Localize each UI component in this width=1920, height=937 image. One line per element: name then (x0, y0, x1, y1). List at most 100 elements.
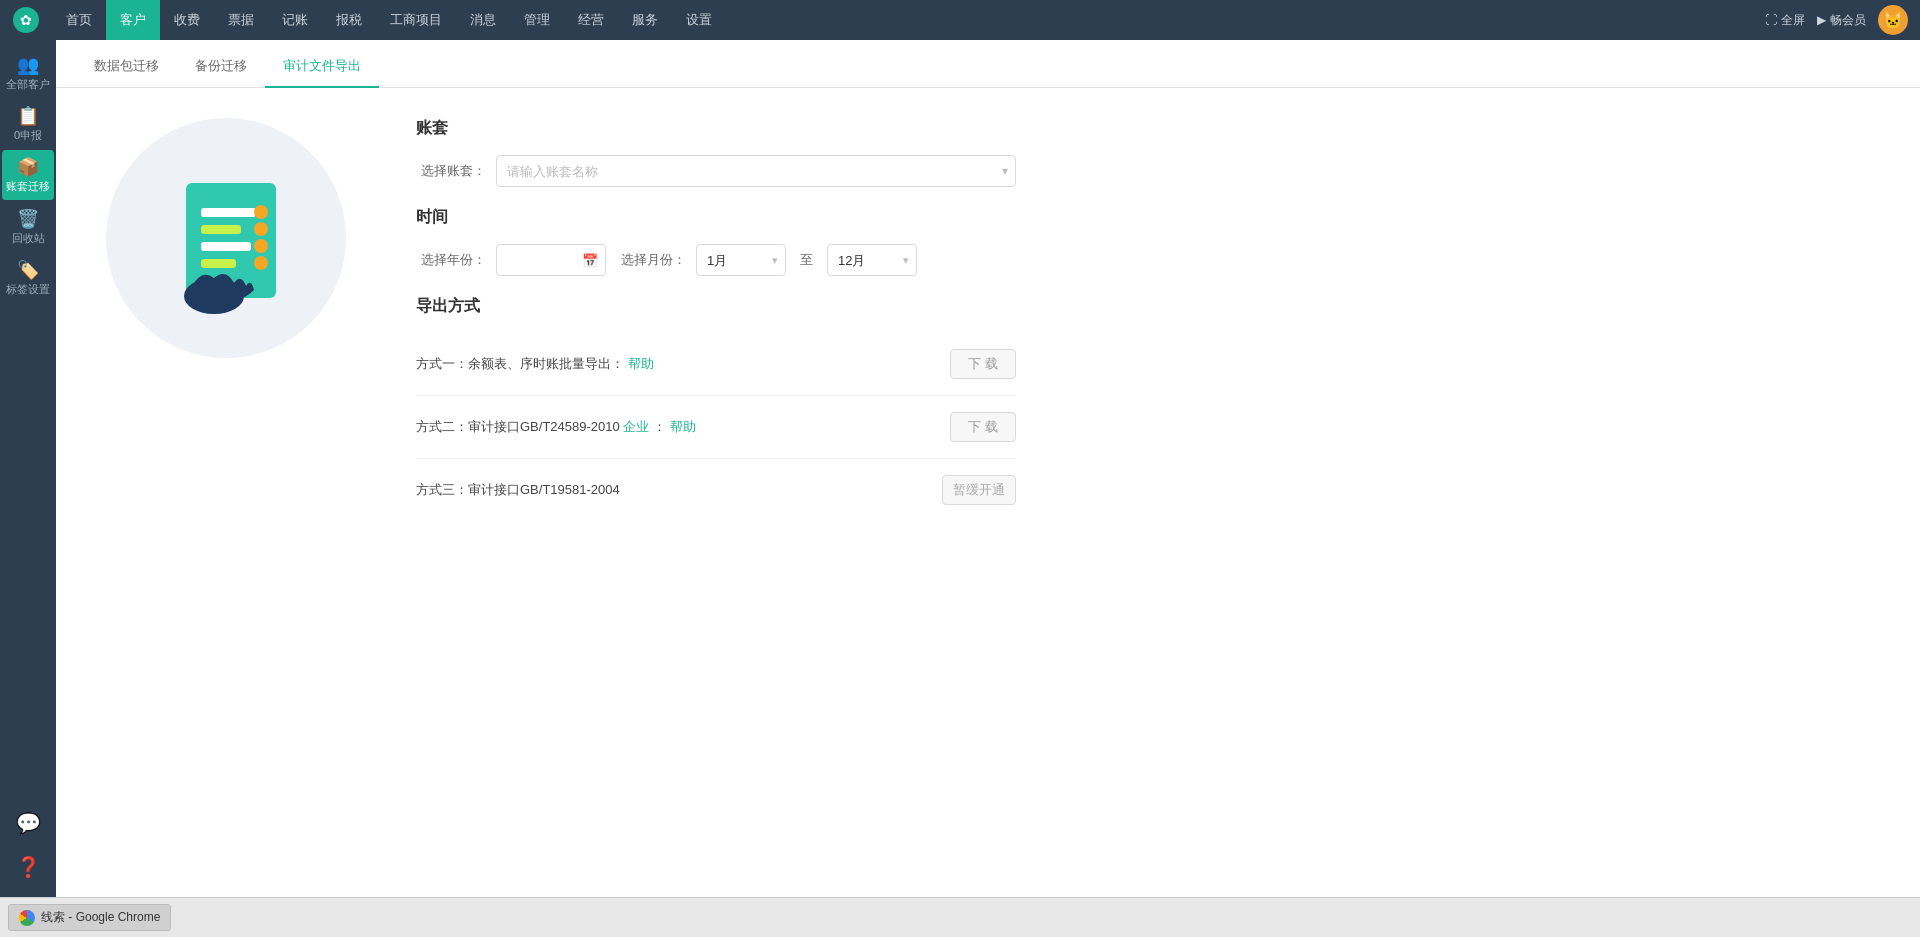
to-text: 至 (796, 251, 817, 269)
nav-fee[interactable]: 收费 (160, 0, 214, 40)
method-1-download-button[interactable]: 下 载 (950, 349, 1016, 379)
main-layout: 👥 全部客户 📋 0申报 📦 账套迁移 🗑️ 回收站 🏷️ 标签设置 💬 ❓ 数… (0, 40, 1920, 897)
month-start-select[interactable]: 1月2月3月4月 5月6月7月8月 9月10月11月12月 (696, 244, 786, 276)
svg-rect-5 (201, 242, 251, 251)
sidebar-item-all-clients-label: 全部客户 (6, 78, 50, 91)
account-section-title: 账套 (416, 118, 1016, 139)
sidebar-item-zero-report[interactable]: 📋 0申报 (2, 99, 54, 148)
method-1-label: 方式一：余额表、序时账批量导出： 帮助 (416, 355, 940, 373)
year-label: 选择年份： (416, 251, 486, 269)
member-button[interactable]: ▶ 畅会员 (1817, 12, 1866, 29)
method-3-soon-button[interactable]: 暂缓开通 (942, 475, 1016, 505)
tab-data-migration[interactable]: 数据包迁移 (76, 46, 177, 88)
svg-point-9 (254, 239, 268, 253)
export-section-title: 导出方式 (416, 296, 1016, 317)
month-end-select[interactable]: 1月2月3月4月 5月6月7月8月 9月10月11月 12月 (827, 244, 917, 276)
taskbar: 线索 - Google Chrome (0, 897, 1920, 937)
sidebar-item-label-settings-label: 标签设置 (6, 283, 50, 296)
svg-point-10 (254, 256, 268, 270)
sidebar-item-recycle[interactable]: 🗑️ 回收站 (2, 202, 54, 251)
nav-menu: 首页 客户 收费 票据 记账 报税 工商项目 消息 管理 经营 服务 设置 (52, 0, 1765, 40)
nav-message[interactable]: 消息 (456, 0, 510, 40)
method-1-help-link[interactable]: 帮助 (628, 356, 654, 371)
nav-operation[interactable]: 经营 (564, 0, 618, 40)
account-migration-icon: 📦 (17, 158, 39, 176)
sidebar-item-account-migration-label: 账套迁移 (6, 180, 50, 193)
method-2-label: 方式二：审计接口GB/T24589-2010 企业 ： 帮助 (416, 418, 940, 436)
account-label: 选择账套： (416, 162, 486, 180)
year-input-wrap: 2023 📅 (496, 244, 606, 276)
svg-rect-3 (201, 208, 256, 217)
method-2-help-link[interactable]: 帮助 (670, 419, 696, 434)
month-start-wrap: 1月2月3月4月 5月6月7月8月 9月10月11月12月 ▾ (696, 244, 786, 276)
svg-rect-4 (201, 225, 241, 234)
nav-invoice[interactable]: 票据 (214, 0, 268, 40)
sidebar-item-all-clients[interactable]: 👥 全部客户 (2, 48, 54, 97)
content-area: 数据包迁移 备份迁移 审计文件导出 (56, 40, 1920, 897)
method-3-label: 方式三：审计接口GB/T19581-2004 (416, 481, 932, 499)
account-input-wrap: ▾ (496, 155, 1016, 187)
sidebar-item-account-migration[interactable]: 📦 账套迁移 (2, 150, 54, 199)
year-input[interactable]: 2023 (496, 244, 606, 276)
sidebar: 👥 全部客户 📋 0申报 📦 账套迁移 🗑️ 回收站 🏷️ 标签设置 💬 ❓ (0, 40, 56, 897)
svg-text:✿: ✿ (20, 12, 32, 28)
month-end-wrap: 1月2月3月4月 5月6月7月8月 9月10月11月 12月 ▾ (827, 244, 917, 276)
svg-point-8 (254, 222, 268, 236)
form-container: 账套 选择账套： ▾ 时间 选择年份： 2023 (96, 118, 1880, 521)
zero-report-icon: 📋 (17, 107, 39, 125)
label-settings-icon: 🏷️ (17, 261, 39, 279)
method-2-download-button[interactable]: 下 载 (950, 412, 1016, 442)
nav-client[interactable]: 客户 (106, 0, 160, 40)
method-2-colon: ： (653, 419, 666, 434)
method-1-text: 方式一：余额表、序时账批量导出： (416, 356, 624, 371)
nav-settings[interactable]: 设置 (672, 0, 726, 40)
time-row: 选择年份： 2023 📅 选择月份： 1月2月3月4月 5月6月7月8月 9月1… (416, 244, 1016, 276)
fullscreen-icon: ⛶ (1765, 13, 1777, 27)
recycle-icon: 🗑️ (17, 210, 39, 228)
sidebar-item-label-settings[interactable]: 🏷️ 标签设置 (2, 253, 54, 302)
account-input[interactable] (496, 155, 1016, 187)
svg-rect-6 (201, 259, 236, 268)
nav-service[interactable]: 服务 (618, 0, 672, 40)
export-method-1: 方式一：余额表、序时账批量导出： 帮助 下 载 (416, 333, 1016, 396)
export-method-3: 方式三：审计接口GB/T19581-2004 暂缓开通 (416, 459, 1016, 521)
illustration-svg (146, 158, 306, 318)
tab-backup-migration[interactable]: 备份迁移 (177, 46, 265, 88)
nav-manage[interactable]: 管理 (510, 0, 564, 40)
fullscreen-button[interactable]: ⛶ 全屏 (1765, 12, 1805, 29)
illustration-area (96, 118, 356, 358)
user-avatar[interactable]: 🐱 (1878, 5, 1908, 35)
month-label: 选择月份： (616, 251, 686, 269)
fullscreen-label: 全屏 (1781, 12, 1805, 29)
member-label: 畅会员 (1830, 12, 1866, 29)
nav-bookkeeping[interactable]: 记账 (268, 0, 322, 40)
export-method-2: 方式二：审计接口GB/T24589-2010 企业 ： 帮助 下 载 (416, 396, 1016, 459)
chat-icon[interactable]: 💬 (10, 805, 47, 841)
tab-bar: 数据包迁移 备份迁移 审计文件导出 (56, 40, 1920, 88)
taskbar-item-label: 线索 - Google Chrome (41, 909, 160, 926)
nav-tax[interactable]: 报税 (322, 0, 376, 40)
form-area: 账套 选择账套： ▾ 时间 选择年份： 2023 (416, 118, 1016, 521)
all-clients-icon: 👥 (17, 56, 39, 74)
time-section-title: 时间 (416, 207, 1016, 228)
method-3-text: 方式三：审计接口GB/T19581-2004 (416, 482, 620, 497)
account-row: 选择账套： ▾ (416, 155, 1016, 187)
nav-home[interactable]: 首页 (52, 0, 106, 40)
page-content: 账套 选择账套： ▾ 时间 选择年份： 2023 (56, 88, 1920, 897)
sidebar-bottom: 💬 ❓ (10, 805, 47, 897)
nav-business[interactable]: 工商项目 (376, 0, 456, 40)
sidebar-item-zero-report-label: 0申报 (14, 129, 42, 142)
tab-audit-export[interactable]: 审计文件导出 (265, 46, 379, 88)
method-2-text: 方式二：审计接口GB/T24589-2010 (416, 419, 620, 434)
top-nav-right: ⛶ 全屏 ▶ 畅会员 🐱 (1765, 5, 1920, 35)
app-logo[interactable]: ✿ (8, 2, 44, 38)
sidebar-item-recycle-label: 回收站 (12, 232, 45, 245)
help-icon[interactable]: ❓ (10, 849, 47, 885)
svg-point-7 (254, 205, 268, 219)
illustration-circle (106, 118, 346, 358)
method-2-company: 企业 (623, 419, 649, 434)
member-icon: ▶ (1817, 13, 1826, 27)
chrome-icon (19, 910, 35, 926)
top-navigation: ✿ 首页 客户 收费 票据 记账 报税 工商项目 消息 管理 经营 服务 设置 … (0, 0, 1920, 40)
taskbar-chrome-item[interactable]: 线索 - Google Chrome (8, 904, 171, 931)
